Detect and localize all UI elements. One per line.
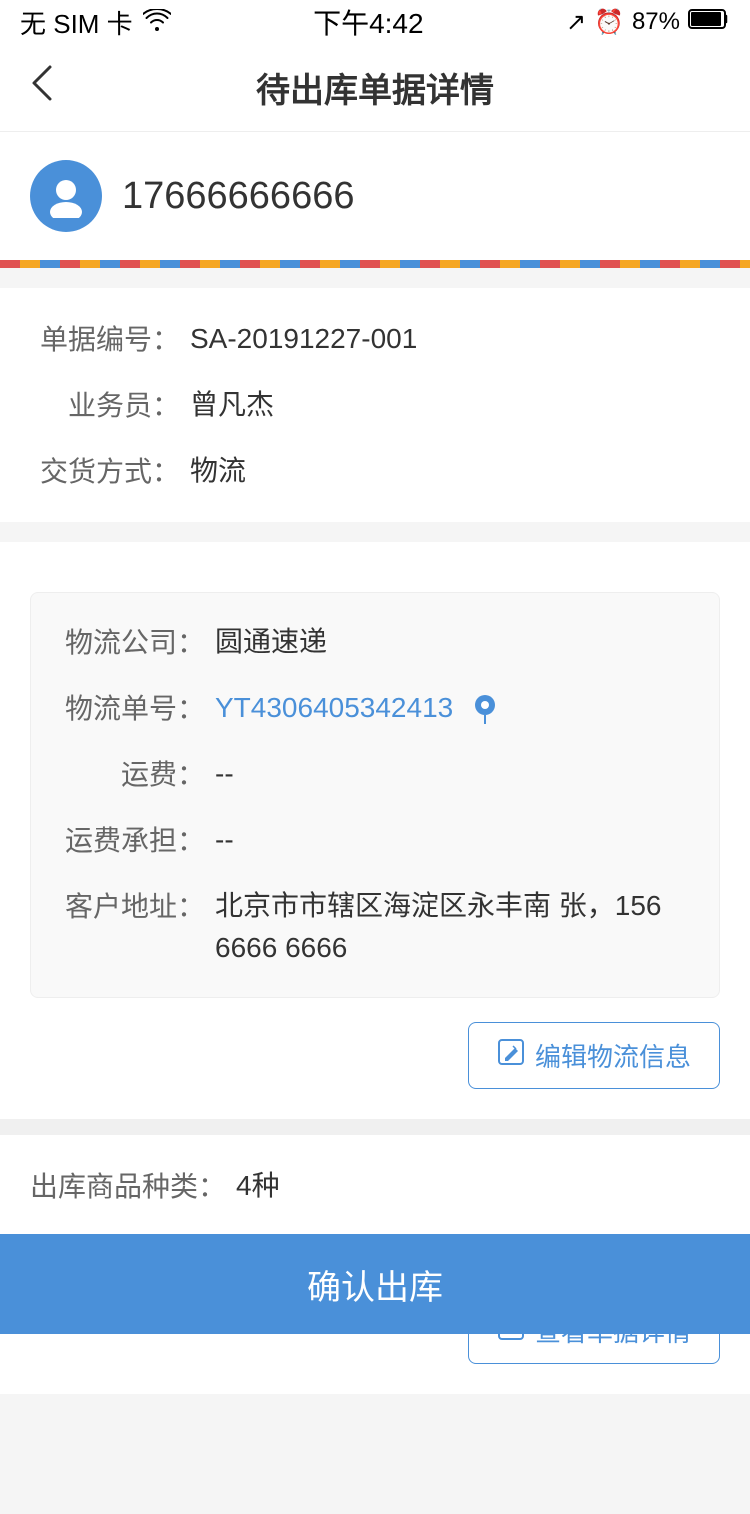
edit-icon bbox=[497, 1038, 525, 1073]
tracking-location-icon[interactable] bbox=[465, 688, 505, 728]
status-time: 下午4:42 bbox=[313, 2, 424, 42]
confirm-outbound-button[interactable]: 确认出库 bbox=[0, 1234, 750, 1334]
section-divider bbox=[0, 1119, 750, 1135]
tracking-value: YT4306405342413 bbox=[215, 687, 695, 729]
tracking-label: 物流单号： bbox=[55, 687, 215, 727]
doc-number-value: SA-20191227-001 bbox=[190, 318, 720, 360]
customer-avatar bbox=[30, 160, 102, 232]
freight-row: 运费： -- bbox=[55, 753, 695, 795]
logistics-company-row: 物流公司： 圆通速递 bbox=[55, 621, 695, 663]
freight-bearer-value: -- bbox=[215, 819, 695, 861]
freight-bearer-label: 运费承担： bbox=[55, 819, 215, 859]
address-value: 北京市市辖区海淀区永丰南 张，156 6666 6666 bbox=[215, 885, 695, 969]
logistics-company-value: 圆通速递 bbox=[215, 621, 695, 663]
logistics-company-label: 物流公司： bbox=[55, 621, 215, 661]
doc-number-label: 单据编号： bbox=[30, 318, 190, 358]
outbound-types-value: 4种 bbox=[236, 1165, 720, 1207]
address-label: 客户地址： bbox=[55, 885, 215, 925]
location-status-icon: ↗ bbox=[566, 8, 586, 37]
nav-bar: 待出库单据详情 bbox=[0, 44, 750, 132]
outbound-types-label: 出库商品种类： bbox=[30, 1165, 236, 1205]
edit-logistics-button[interactable]: 编辑物流信息 bbox=[468, 1022, 720, 1089]
doc-number-row: 单据编号： SA-20191227-001 bbox=[30, 318, 720, 360]
edit-logistics-label: 编辑物流信息 bbox=[535, 1037, 691, 1074]
tracking-row: 物流单号： YT4306405342413 bbox=[55, 687, 695, 729]
wifi-icon bbox=[143, 7, 171, 38]
document-info-section: 单据编号： SA-20191227-001 业务员： 曾凡杰 交货方式： 物流 bbox=[0, 288, 750, 522]
status-bar-left: 无 SIM 卡 bbox=[20, 4, 171, 41]
alarm-icon: ⏰ bbox=[594, 8, 624, 37]
carrier-label: 无 SIM 卡 bbox=[20, 4, 133, 41]
outbound-types-row: 出库商品种类： 4种 bbox=[30, 1165, 720, 1207]
address-row: 客户地址： 北京市市辖区海淀区永丰南 张，156 6666 6666 bbox=[55, 885, 695, 969]
edit-logistics-container: 编辑物流信息 bbox=[30, 1022, 720, 1089]
delivery-method-label: 交货方式： bbox=[30, 450, 190, 490]
customer-header: 17666666666 bbox=[0, 132, 750, 260]
sales-person-row: 业务员： 曾凡杰 bbox=[30, 384, 720, 426]
tracking-number: YT4306405342413 bbox=[215, 687, 453, 729]
battery-label: 87% bbox=[632, 8, 680, 36]
freight-value: -- bbox=[215, 753, 695, 795]
dashed-divider bbox=[0, 260, 750, 268]
freight-bearer-row: 运费承担： -- bbox=[55, 819, 695, 861]
delivery-method-row: 交货方式： 物流 bbox=[30, 450, 720, 492]
back-button[interactable] bbox=[30, 63, 54, 112]
page-title: 待出库单据详情 bbox=[256, 63, 494, 112]
customer-phone: 17666666666 bbox=[122, 175, 354, 218]
freight-label: 运费： bbox=[55, 753, 215, 793]
logistics-section: 物流公司： 圆通速递 物流单号： YT4306405342413 bbox=[0, 542, 750, 1119]
confirm-button-label: 确认出库 bbox=[307, 1260, 443, 1309]
sales-person-label: 业务员： bbox=[30, 384, 190, 424]
sales-person-value: 曾凡杰 bbox=[190, 384, 720, 426]
status-bar-right: ↗ ⏰ 87% bbox=[566, 8, 730, 37]
logistics-box: 物流公司： 圆通速递 物流单号： YT4306405342413 bbox=[30, 592, 720, 998]
battery-icon bbox=[688, 8, 730, 37]
status-bar: 无 SIM 卡 下午4:42 ↗ ⏰ 87% bbox=[0, 0, 750, 44]
delivery-method-value: 物流 bbox=[190, 450, 720, 492]
